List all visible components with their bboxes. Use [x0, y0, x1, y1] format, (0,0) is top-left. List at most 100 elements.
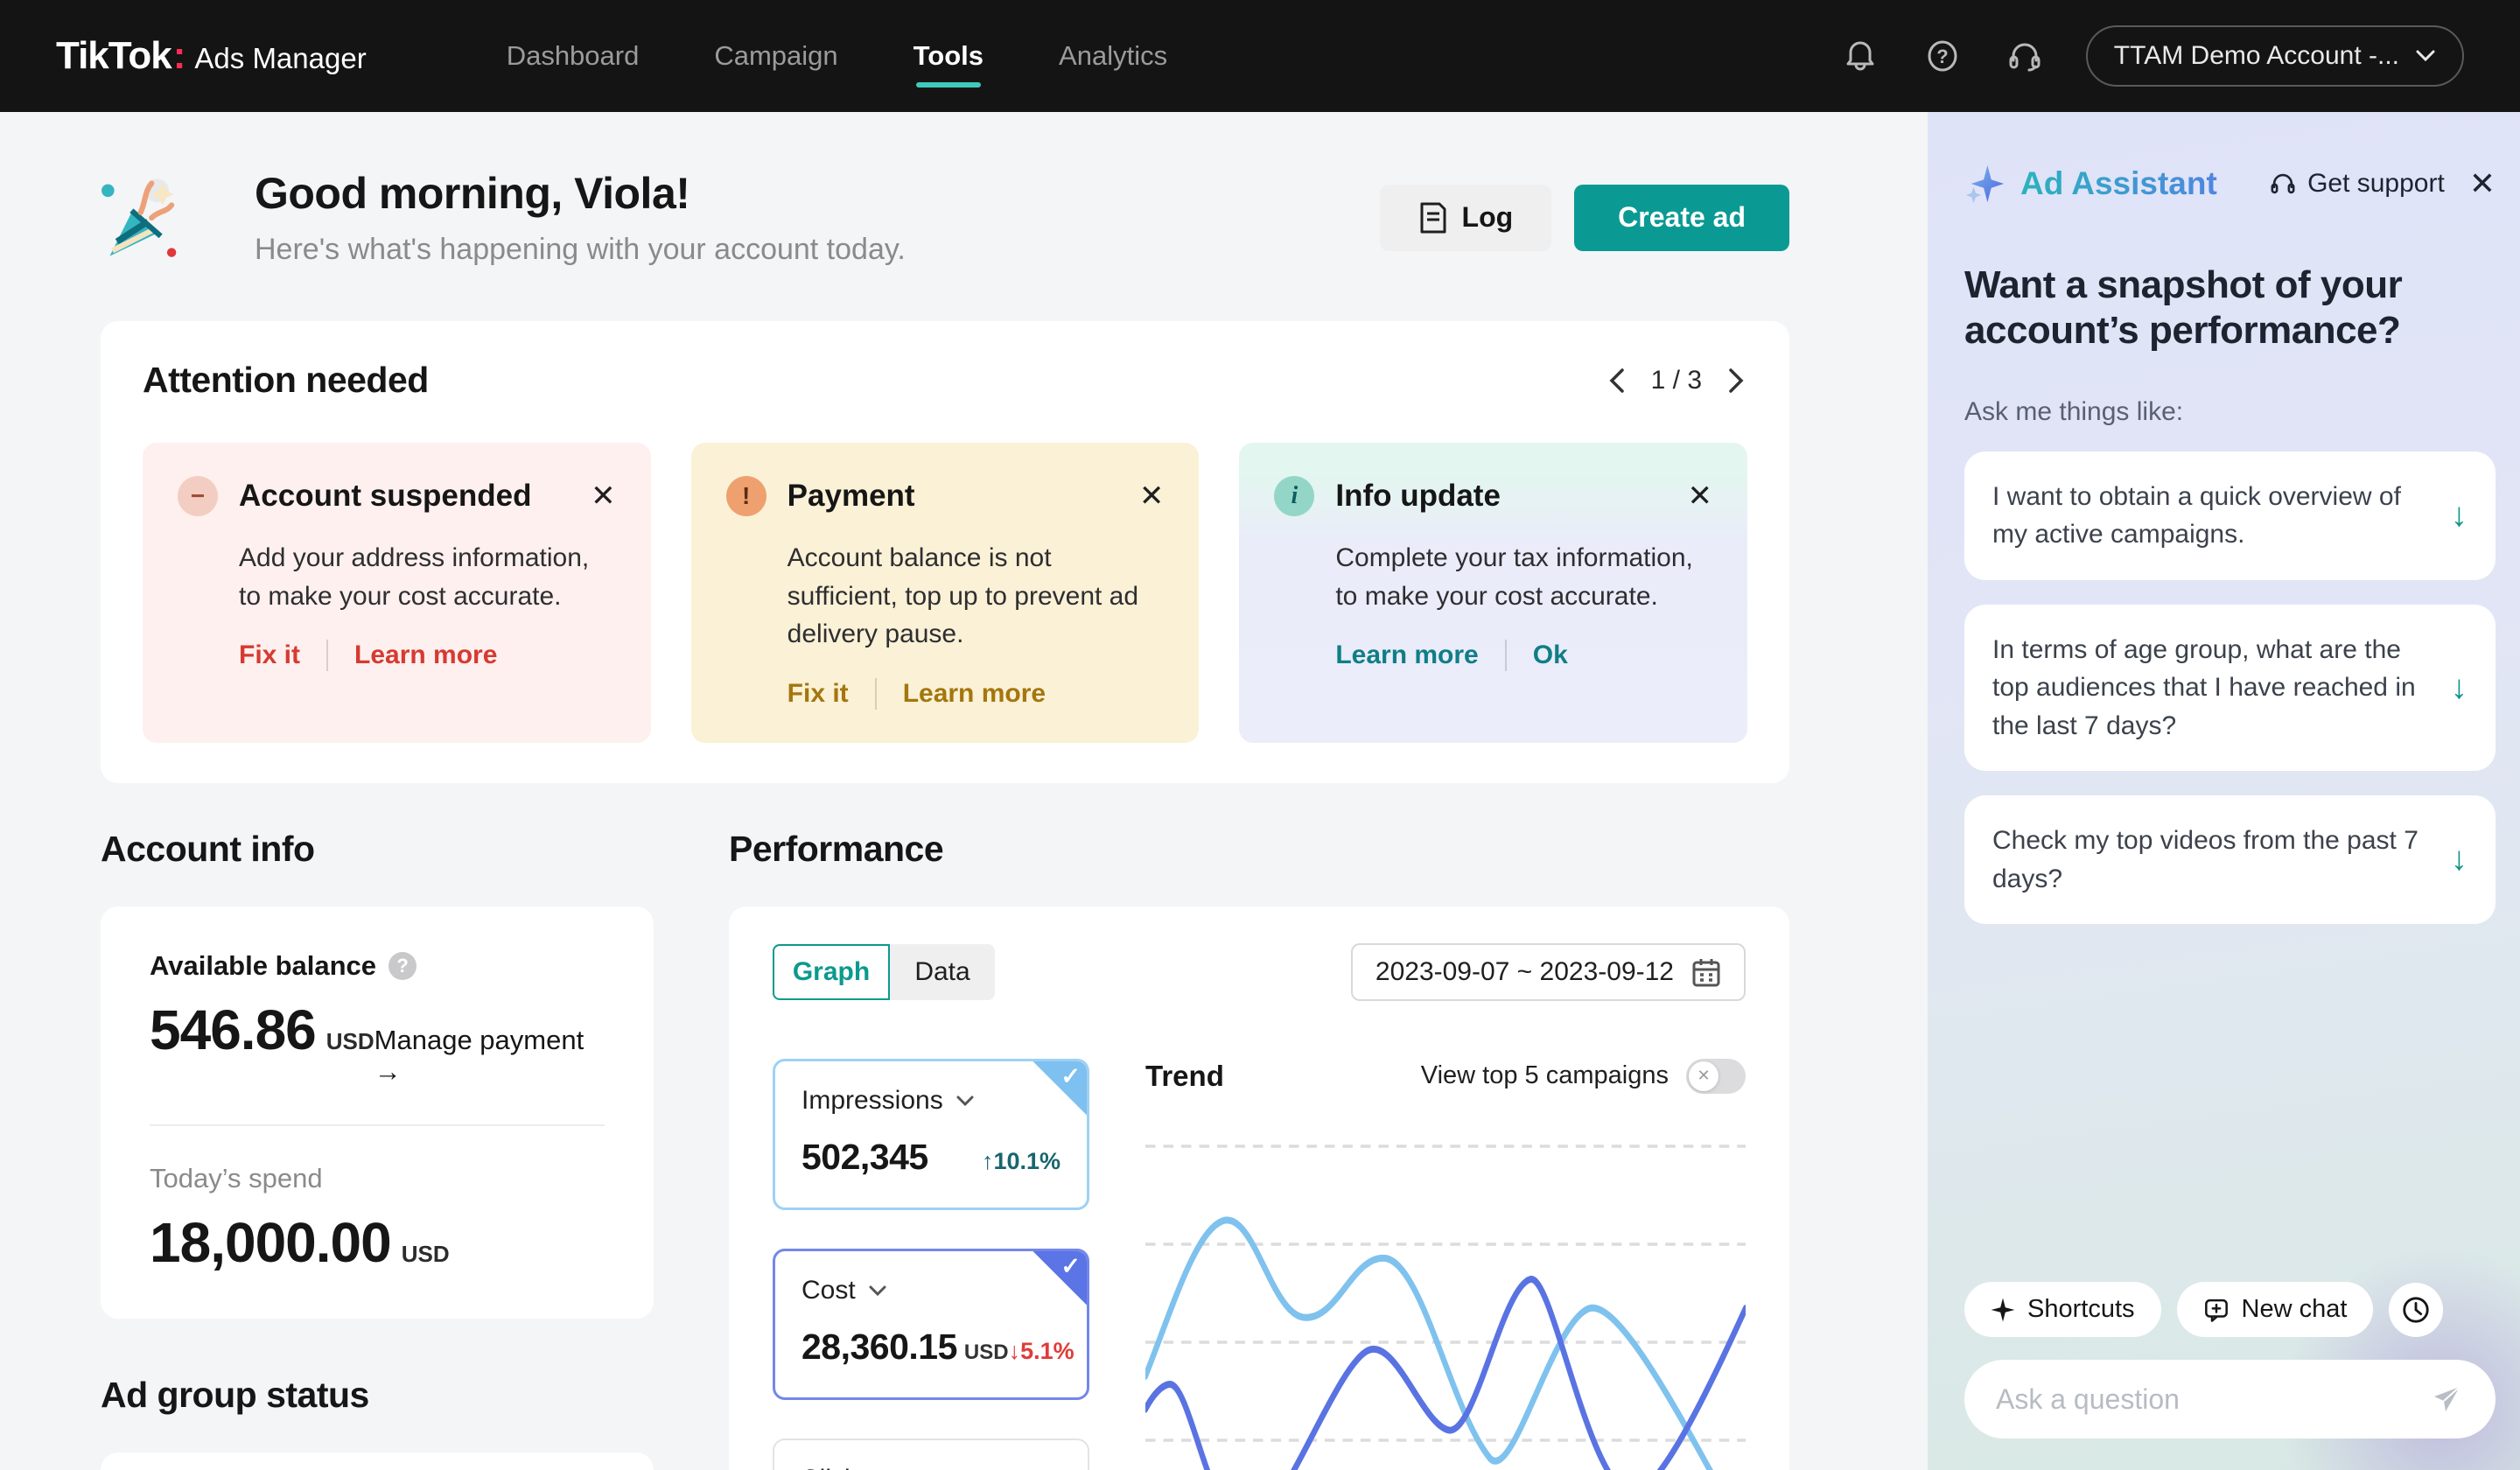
trend-line-chart	[1145, 1144, 1746, 1470]
help-icon[interactable]: ?	[1922, 35, 1964, 77]
suggestion-chip[interactable]: Check my top videos from the past 7 days…	[1964, 795, 2496, 925]
page-subtitle: Here's what's happening with your accoun…	[255, 233, 906, 266]
metric-card-impressions[interactable]: ✓ Impressions 502,345 ↑10.1%	[773, 1058, 1089, 1210]
log-button[interactable]: Log	[1379, 184, 1552, 251]
learn-more-link[interactable]: Learn more	[1335, 640, 1478, 670]
ad-group-status-card: 23 Active View details →	[101, 1452, 654, 1470]
metric-card-click[interactable]: Click 62,217 ↑10.1%	[773, 1438, 1089, 1470]
ask-me-label: Ask me things like:	[1964, 396, 2184, 426]
account-switcher[interactable]: TTAM Demo Account -...	[2085, 25, 2464, 87]
ask-question-input[interactable]	[1996, 1382, 2431, 1416]
fix-it-link[interactable]: Fix it	[239, 640, 300, 670]
nav-dashboard[interactable]: Dashboard	[507, 5, 640, 107]
alert-payment: ! Payment ✕ Account balance is not suffi…	[690, 443, 1200, 743]
close-icon[interactable]: ✕	[1139, 479, 1165, 514]
balance-value: 546.86	[150, 998, 317, 1061]
ad-group-heading: Ad group status	[101, 1374, 369, 1415]
create-ad-button[interactable]: Create ad	[1574, 184, 1789, 251]
calendar-icon	[1692, 958, 1720, 986]
metric-name: Cost	[802, 1275, 856, 1305]
metric-name: Impressions	[802, 1085, 943, 1115]
nav-campaign[interactable]: Campaign	[714, 5, 837, 107]
new-chat-button[interactable]: New chat	[2176, 1282, 2374, 1337]
pager-prev-icon[interactable]	[1606, 366, 1628, 396]
performance-heading: Performance	[729, 828, 944, 869]
performance-card: Graph Data 2023-09-07 ~ 2023-09-12 ✓ Imp…	[729, 906, 1789, 1470]
tab-data[interactable]: Data	[890, 943, 995, 1000]
shortcuts-button[interactable]: Shortcuts	[1964, 1282, 2161, 1337]
exclamation-icon: !	[725, 476, 766, 516]
divider	[874, 677, 877, 710]
top5-campaigns-toggle[interactable]: ✕	[1686, 1058, 1746, 1094]
metric-delta: ↑10.1%	[981, 1147, 1060, 1174]
new-chat-icon	[2204, 1298, 2228, 1322]
tiktok-logo: TikTok	[56, 34, 172, 77]
product-name: Ads Manager	[194, 42, 367, 74]
suggestion-chip[interactable]: In terms of age group, what are the top …	[1964, 604, 2496, 772]
ad-assistant-panel: Ad Assistant Get support ✕ Want a snapsh…	[1928, 112, 2520, 1470]
nav-analytics[interactable]: Analytics	[1059, 5, 1167, 107]
spend-label: Today’s spend	[150, 1162, 323, 1194]
minus-icon: −	[178, 476, 218, 516]
nav-tools[interactable]: Tools	[914, 5, 984, 107]
learn-more-link[interactable]: Learn more	[903, 679, 1046, 709]
fix-it-link[interactable]: Fix it	[788, 679, 849, 709]
learn-more-link[interactable]: Learn more	[354, 640, 497, 670]
attention-title: Attention needed	[143, 360, 429, 400]
insert-arrow-icon[interactable]: ↓	[2451, 497, 2468, 535]
suggestion-chip[interactable]: I want to obtain a quick overview of my …	[1964, 451, 2496, 580]
party-popper-icon	[102, 178, 177, 257]
insert-arrow-icon[interactable]: ↓	[2451, 669, 2468, 707]
metric-value: 502,345	[802, 1136, 928, 1177]
spend-value: 18,000.00	[150, 1210, 392, 1274]
alert-title: Account suspended	[239, 479, 532, 513]
account-name: TTAM Demo Account -...	[2113, 41, 2399, 70]
close-icon[interactable]: ✕	[1688, 479, 1713, 514]
page-title: Good morning, Viola!	[255, 169, 690, 218]
alert-account-suspended: − Account suspended ✕ Add your address i…	[143, 443, 651, 743]
ok-link[interactable]: Ok	[1533, 640, 1568, 670]
main-nav: Dashboard Campaign Tools Analytics	[507, 5, 1167, 107]
alert-body: Account balance is not sufficient, top u…	[787, 543, 1139, 648]
help-tooltip-icon[interactable]: ?	[388, 951, 417, 980]
date-range-picker[interactable]: 2023-09-07 ~ 2023-09-12	[1350, 942, 1746, 1001]
alert-body: Complete your tax information, to make y…	[1335, 543, 1693, 611]
support-headset-icon[interactable]	[2004, 35, 2046, 77]
close-icon[interactable]: ✕	[2469, 165, 2496, 202]
close-icon[interactable]: ✕	[591, 479, 616, 514]
graph-data-tabs: Graph Data	[773, 943, 995, 1000]
headset-icon	[2271, 173, 2295, 194]
svg-text:?: ?	[1936, 46, 1948, 67]
brand[interactable]: TikTok : Ads Manager	[56, 34, 367, 78]
insert-arrow-icon[interactable]: ↓	[2451, 841, 2468, 878]
spend-unit: USD	[401, 1240, 450, 1267]
info-icon: i	[1274, 476, 1315, 516]
metric-value: 28,360.15	[802, 1326, 957, 1367]
history-clock-icon[interactable]	[2389, 1282, 2444, 1337]
date-range-value: 2023-09-07 ~ 2023-09-12	[1375, 956, 1674, 986]
tiktok-logo-colon: :	[172, 34, 186, 77]
chevron-down-icon[interactable]	[956, 1095, 975, 1107]
pager-next-icon[interactable]	[1725, 366, 1747, 396]
tab-graph[interactable]: Graph	[773, 943, 890, 1000]
document-icon	[1420, 202, 1446, 233]
metric-delta: ↓5.1%	[1008, 1337, 1074, 1364]
main-content: Good morning, Viola! Here's what's happe…	[0, 112, 1928, 1470]
toggle-label: View top 5 campaigns	[1420, 1061, 1669, 1089]
account-info-heading: Account info	[101, 828, 315, 869]
trend-label: Trend	[1145, 1059, 1224, 1092]
divider	[326, 640, 329, 671]
chevron-down-icon[interactable]	[868, 1284, 887, 1297]
notifications-bell-icon[interactable]	[1839, 35, 1881, 77]
attention-needed-card: Attention needed 1 / 3 − Account suspend…	[101, 321, 1789, 783]
metric-name: Click	[801, 1465, 858, 1470]
chevron-down-icon	[2416, 50, 2435, 62]
get-support-button[interactable]: Get support	[2269, 169, 2445, 199]
send-icon[interactable]	[2431, 1382, 2464, 1416]
ad-assistant-title: Ad Assistant	[2020, 165, 2217, 201]
balance-unit: USD	[326, 1027, 374, 1054]
assistant-heading: Want a snapshot of your account’s perfor…	[1964, 263, 2403, 352]
metric-card-cost[interactable]: ✓ Cost 28,360.15 USD ↓5.1%	[773, 1248, 1089, 1400]
alert-title: Payment	[787, 479, 915, 513]
manage-payment-link[interactable]: Manage payment →	[374, 1025, 605, 1088]
